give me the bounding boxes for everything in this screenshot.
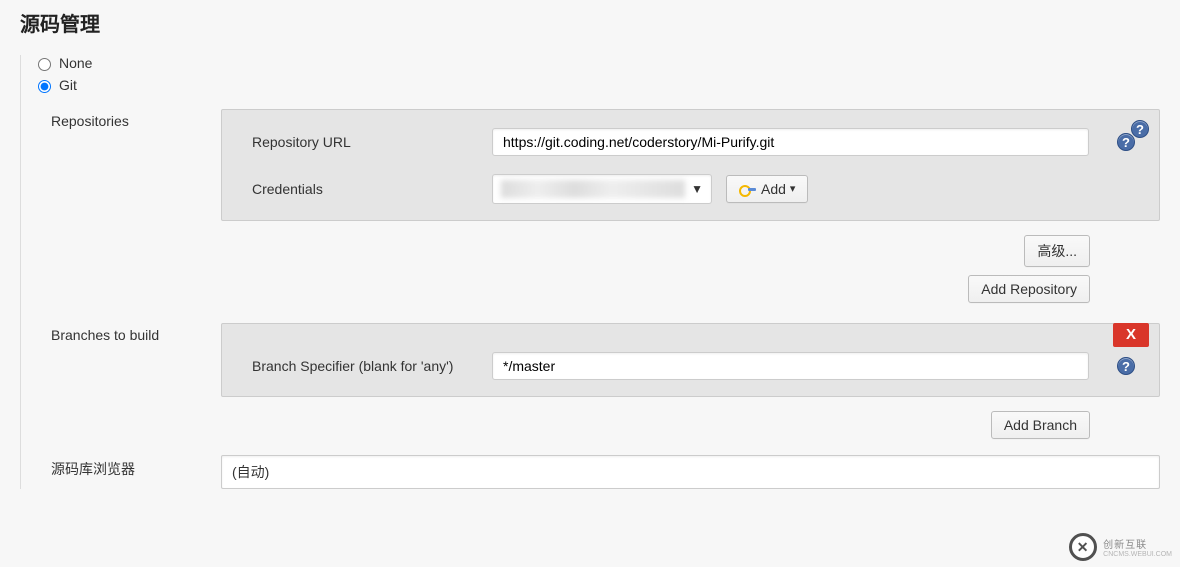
git-config-area: Repositories ? Repository URL ? Credenti… [31, 99, 1160, 489]
branches-body: X Branch Specifier (blank for 'any') ? A… [221, 323, 1160, 439]
repositories-body: ? Repository URL ? Credentials [221, 109, 1160, 303]
add-repository-label: Add Repository [981, 281, 1077, 297]
branch-panel: X Branch Specifier (blank for 'any') ? [221, 323, 1160, 397]
repo-browser-row: 源码库浏览器 (自动) [51, 455, 1160, 489]
key-icon [739, 184, 755, 194]
chevron-down-icon: ▼ [691, 182, 703, 196]
branch-specifier-row: Branch Specifier (blank for 'any') ? [252, 352, 1089, 380]
add-credentials-label: Add [761, 181, 786, 197]
branches-label: Branches to build [51, 323, 221, 343]
repo-url-row: Repository URL ? [252, 128, 1089, 156]
repo-actions-row: 高级... [221, 235, 1160, 267]
branches-row: Branches to build X Branch Specifier (bl… [51, 323, 1160, 439]
add-branch-button[interactable]: Add Branch [991, 411, 1090, 439]
repositories-label: Repositories [51, 109, 221, 129]
repo-url-input[interactable] [492, 128, 1089, 156]
credentials-select[interactable]: ▼ [492, 174, 712, 204]
help-icon[interactable]: ? [1117, 357, 1135, 375]
scm-option-git-label: Git [59, 77, 77, 93]
advanced-button[interactable]: 高级... [1024, 235, 1090, 267]
repo-browser-body: (自动) [221, 455, 1160, 489]
watermark-brand: 创新互联 [1103, 540, 1147, 551]
watermark-logo-icon: ✕ [1069, 533, 1097, 561]
watermark-sub: CNCMS.WEBUI.COM [1103, 551, 1172, 558]
section-title: 源码管理 [20, 8, 1160, 37]
credentials-row: Credentials ▼ Add ▾ [252, 174, 1089, 204]
scm-option-none-radio[interactable] [38, 58, 51, 71]
add-branch-label: Add Branch [1004, 417, 1077, 433]
scm-option-none-row: None [33, 55, 1160, 71]
branch-specifier-label: Branch Specifier (blank for 'any') [252, 358, 492, 374]
scm-option-git-radio[interactable] [38, 80, 51, 93]
delete-branch-button[interactable]: X [1113, 323, 1149, 347]
repository-panel: ? Repository URL ? Credentials [221, 109, 1160, 221]
scm-option-none-label: None [59, 55, 92, 71]
add-credentials-button[interactable]: Add ▾ [726, 175, 808, 203]
watermark: ✕ 创新互联 CNCMS.WEBUI.COM [1069, 533, 1172, 561]
scm-section: None Git Repositories ? Repository URL ? [20, 55, 1160, 489]
branch-add-row: Add Branch [221, 411, 1160, 439]
branch-specifier-input[interactable] [492, 352, 1089, 380]
repositories-row: Repositories ? Repository URL ? Credenti… [51, 109, 1160, 307]
help-icon[interactable]: ? [1131, 120, 1149, 138]
credentials-value-blurred [501, 180, 685, 198]
chevron-down-icon: ▾ [790, 182, 796, 195]
repo-browser-select[interactable]: (自动) [221, 455, 1160, 489]
watermark-text: 创新互联 CNCMS.WEBUI.COM [1103, 536, 1172, 558]
repo-browser-value: (自动) [232, 462, 269, 482]
credentials-label: Credentials [252, 181, 492, 197]
repo-browser-label: 源码库浏览器 [51, 455, 221, 479]
repo-add-row: Add Repository [221, 275, 1160, 303]
advanced-button-label: 高级... [1037, 241, 1077, 261]
help-icon[interactable]: ? [1117, 133, 1135, 151]
repo-url-label: Repository URL [252, 134, 492, 150]
scm-option-git-row: Git [33, 77, 1160, 93]
add-repository-button[interactable]: Add Repository [968, 275, 1090, 303]
